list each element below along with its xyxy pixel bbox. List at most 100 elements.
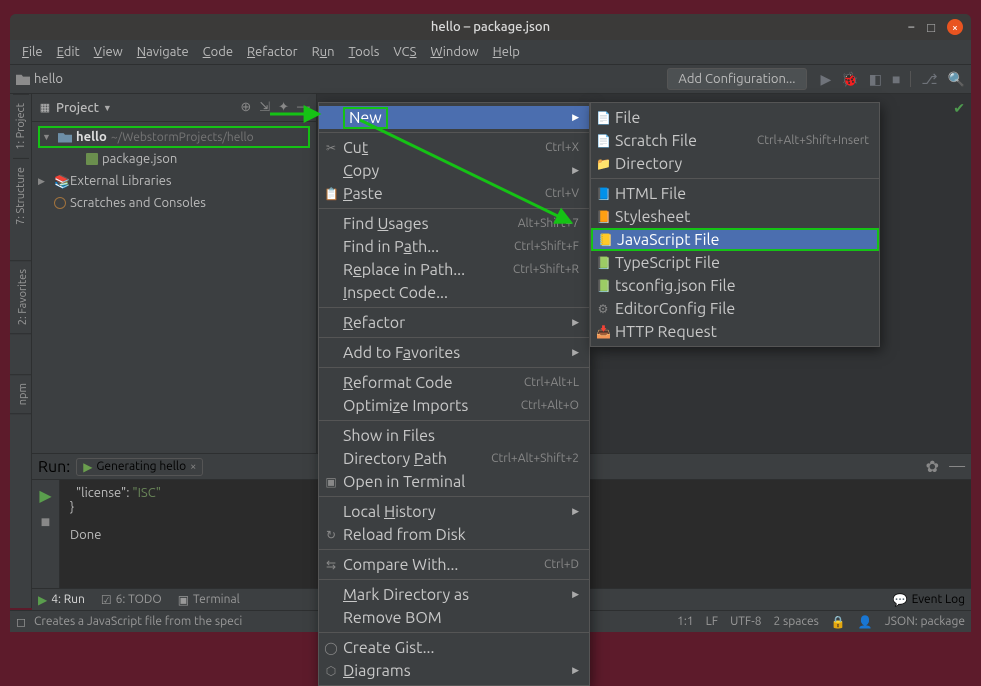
ctx-item-open-in-terminal[interactable]: Open in Terminal▣ <box>319 470 589 493</box>
menu-refactor[interactable]: Refactor <box>241 43 304 61</box>
ctx-item-copy[interactable]: Copy▶ <box>319 159 589 182</box>
ctx-item-inspect-code-[interactable]: Inspect Code... <box>319 281 589 304</box>
run-icon[interactable]: ▶ <box>821 71 832 88</box>
tab-terminal[interactable]: ▣ Terminal <box>178 593 240 607</box>
tab-structure[interactable]: 7: Structure <box>13 158 29 233</box>
coverage-icon[interactable]: ◧ <box>869 71 882 88</box>
project-tree: ▼ hello ~/WebstormProjects/hello package… <box>32 122 316 218</box>
ctx-item-remove-bom[interactable]: Remove BOM <box>319 606 589 629</box>
menu-window[interactable]: Window <box>424 43 484 61</box>
ctx-item-replace-in-path-[interactable]: Replace in Path...Ctrl+Shift+R <box>319 258 589 281</box>
ctx-item-cut[interactable]: Cut✂Ctrl+X <box>319 136 589 159</box>
new-item-typescript-file[interactable]: 📗TypeScript File <box>591 251 879 274</box>
run-gutter: ▶ ■ <box>32 480 60 588</box>
rerun-icon[interactable]: ▶ <box>39 486 51 505</box>
project-view-selector[interactable]: ▦ Project ▼ <box>38 101 112 115</box>
tool-windows-button[interactable]: ◻ <box>16 615 26 629</box>
ctx-item-directory-path[interactable]: Directory PathCtrl+Alt+Shift+2 <box>319 447 589 470</box>
menu-tools[interactable]: Tools <box>343 43 386 61</box>
menu-file[interactable]: File <box>16 43 49 61</box>
ctx-item-mark-directory-as[interactable]: Mark Directory as▶ <box>319 583 589 606</box>
new-item-stylesheet[interactable]: 📙Stylesheet <box>591 205 879 228</box>
menu-help[interactable]: Help <box>487 43 526 61</box>
new-item-http-request[interactable]: 📥HTTP Request <box>591 320 879 343</box>
tab-favorites[interactable]: 2: Favorites <box>10 260 32 334</box>
chevron-down-icon: ▼ <box>103 103 112 113</box>
settings-icon[interactable]: ✦ <box>278 100 289 115</box>
status-hint: Creates a JavaScript file from the speci <box>34 615 242 628</box>
hide-icon[interactable]: — <box>949 457 965 476</box>
indent-info[interactable]: 2 spaces <box>774 615 819 628</box>
ctx-item-show-in-files[interactable]: Show in Files <box>319 424 589 447</box>
ctx-item-add-to-favorites[interactable]: Add to Favorites▶ <box>319 341 589 364</box>
ctx-item-new[interactable]: New▶ <box>319 106 589 129</box>
hide-icon[interactable]: — <box>297 100 310 115</box>
expand-icon[interactable]: ▼ <box>42 132 54 142</box>
inspections-icon[interactable]: 👤 <box>858 615 873 629</box>
menu-vcs[interactable]: VCS <box>387 43 422 61</box>
new-item-editorconfig-file[interactable]: ⚙EditorConfig File <box>591 297 879 320</box>
search-icon[interactable]: 🔍 <box>948 71 965 88</box>
close-tab-icon[interactable]: × <box>190 461 196 473</box>
ctx-item-paste[interactable]: Paste📋Ctrl+V <box>319 182 589 205</box>
tab-project[interactable]: 1: Project <box>13 94 29 158</box>
ctx-item-refactor[interactable]: Refactor▶ <box>319 311 589 334</box>
menu-view[interactable]: View <box>88 43 129 61</box>
toolbar: hello Add Configuration... ▶ 🐞 ◧ ■ ⎇ 🔍 <box>10 64 971 94</box>
bubble-icon: 💬 <box>893 593 908 607</box>
tab-npm[interactable]: npm <box>10 374 32 414</box>
breadcrumb[interactable]: hello <box>16 72 63 86</box>
inspection-ok-icon[interactable]: ✔ <box>953 100 965 117</box>
new-item-javascript-file[interactable]: 📒JavaScript File <box>591 228 879 251</box>
new-item-html-file[interactable]: 📘HTML File <box>591 182 879 205</box>
locate-icon[interactable]: ⊕ <box>240 100 251 115</box>
new-item-scratch-file[interactable]: 📄Scratch FileCtrl+Alt+Shift+Insert <box>591 129 879 152</box>
new-item-directory[interactable]: 📁Directory <box>591 152 879 175</box>
expand-icon[interactable]: ▶ <box>38 176 50 187</box>
menu-navigate[interactable]: Navigate <box>131 43 195 61</box>
schema-info[interactable]: JSON: package <box>885 615 965 628</box>
folder-icon <box>58 132 72 143</box>
json-key: "license" <box>76 486 126 500</box>
git-icon[interactable]: ⎇ <box>921 71 937 88</box>
gear-icon[interactable]: ✿ <box>926 457 939 476</box>
diagrams-icon: ⬡ <box>324 664 338 678</box>
ctx-item-reload-from-disk[interactable]: Reload from Disk↻ <box>319 523 589 546</box>
ctx-item-find-usages[interactable]: Find UsagesAlt+Shift+7 <box>319 212 589 235</box>
run-config-tab[interactable]: ▶ Generating hello × <box>76 458 203 476</box>
ctx-item-reformat-code[interactable]: Reformat CodeCtrl+Alt+L <box>319 371 589 394</box>
menu-edit[interactable]: Edit <box>51 43 86 61</box>
ctx-item-local-history[interactable]: Local History▶ <box>319 500 589 523</box>
ctx-item-compare-with-[interactable]: Compare With...⇆Ctrl+D <box>319 553 589 576</box>
event-log-button[interactable]: 💬 Event Log <box>893 593 965 607</box>
menu-run[interactable]: Run <box>306 43 341 61</box>
add-configuration-button[interactable]: Add Configuration... <box>667 68 806 90</box>
ctx-item-create-gist-[interactable]: Create Gist...◯ <box>319 636 589 659</box>
tree-root[interactable]: ▼ hello ~/WebstormProjects/hello <box>38 126 310 148</box>
ctx-item-optimize-imports[interactable]: Optimize ImportsCtrl+Alt+O <box>319 394 589 417</box>
minimize-button[interactable]: − <box>908 20 915 34</box>
encoding[interactable]: UTF-8 <box>730 615 761 628</box>
ctx-item-find-in-path-[interactable]: Find in Path...Ctrl+Shift+F <box>319 235 589 258</box>
debug-icon[interactable]: 🐞 <box>841 71 858 88</box>
stop-icon[interactable]: ■ <box>41 513 51 532</box>
tab-run[interactable]: ▶ 4: Run <box>38 593 85 607</box>
new-item-tsconfig-json-file[interactable]: 📗tsconfig.json File <box>591 274 879 297</box>
tree-root-name: hello <box>76 130 107 144</box>
editorconfig-file-icon: ⚙ <box>596 302 610 316</box>
close-button[interactable]: × <box>947 19 963 35</box>
line-separator[interactable]: LF <box>706 615 718 628</box>
tree-file[interactable]: package.json <box>38 148 310 170</box>
ctx-item-diagrams[interactable]: Diagrams⬡▶ <box>319 659 589 682</box>
tab-todo[interactable]: ☑ 6: TODO <box>101 593 162 607</box>
menu-code[interactable]: Code <box>197 43 239 61</box>
tree-scratches[interactable]: Scratches and Consoles <box>38 192 310 214</box>
tree-external-libs[interactable]: ▶ 📚 External Libraries <box>38 170 310 192</box>
stop-icon[interactable]: ■ <box>892 71 900 88</box>
collapse-icon[interactable]: ⇲ <box>259 100 270 115</box>
new-item-file[interactable]: 📄File <box>591 106 879 129</box>
maximize-button[interactable]: □ <box>927 20 935 35</box>
cursor-position[interactable]: 1:1 <box>677 615 694 628</box>
lock-icon[interactable]: 🔒 <box>831 615 846 629</box>
tree-root-path: ~/WebstormProjects/hello <box>111 131 254 144</box>
